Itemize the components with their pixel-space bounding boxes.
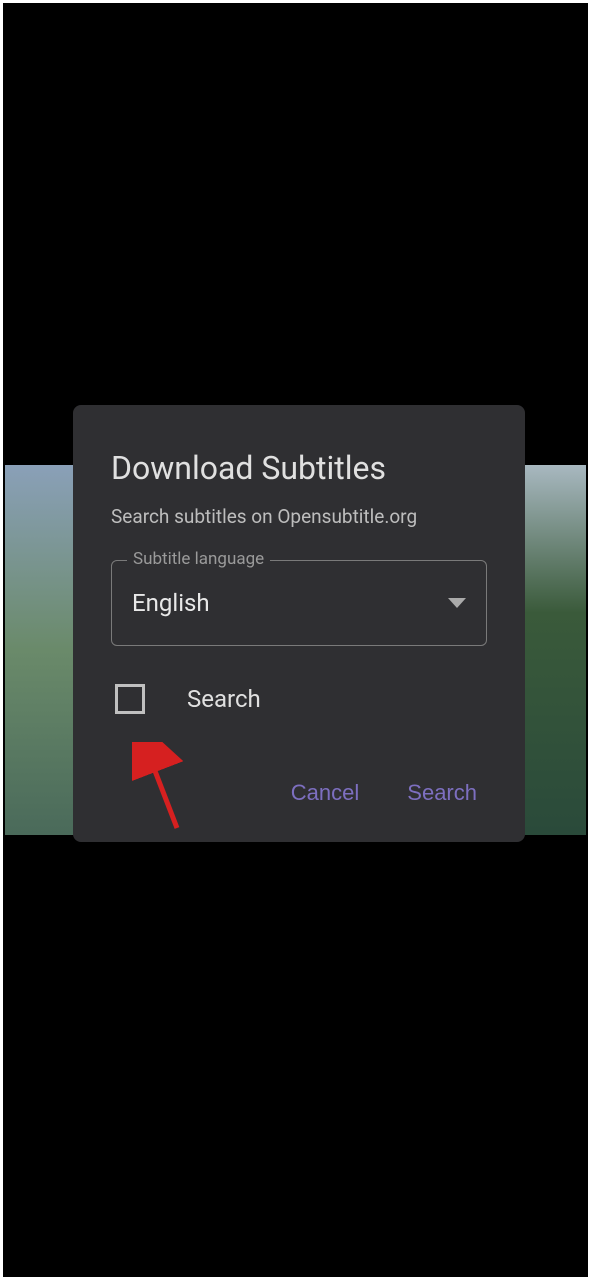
dialog-subtitle: Search subtitles on Opensubtitle.org xyxy=(111,505,487,528)
download-subtitles-dialog: Download Subtitles Search subtitles on O… xyxy=(73,405,525,842)
language-select-wrapper: Subtitle language English xyxy=(111,560,487,646)
dialog-title: Download Subtitles xyxy=(111,449,487,487)
language-select-label: Subtitle language xyxy=(127,549,270,569)
search-button[interactable]: Search xyxy=(403,772,481,814)
app-container: Download Subtitles Search subtitles on O… xyxy=(3,3,588,1277)
chevron-down-icon xyxy=(448,598,466,608)
search-checkbox-row[interactable]: Search xyxy=(111,684,487,714)
dialog-actions: Cancel Search xyxy=(111,772,487,814)
language-select[interactable]: English xyxy=(111,560,487,646)
cancel-button[interactable]: Cancel xyxy=(287,772,363,814)
search-checkbox-label: Search xyxy=(187,685,261,713)
language-select-value: English xyxy=(132,589,210,617)
search-checkbox[interactable] xyxy=(115,684,145,714)
